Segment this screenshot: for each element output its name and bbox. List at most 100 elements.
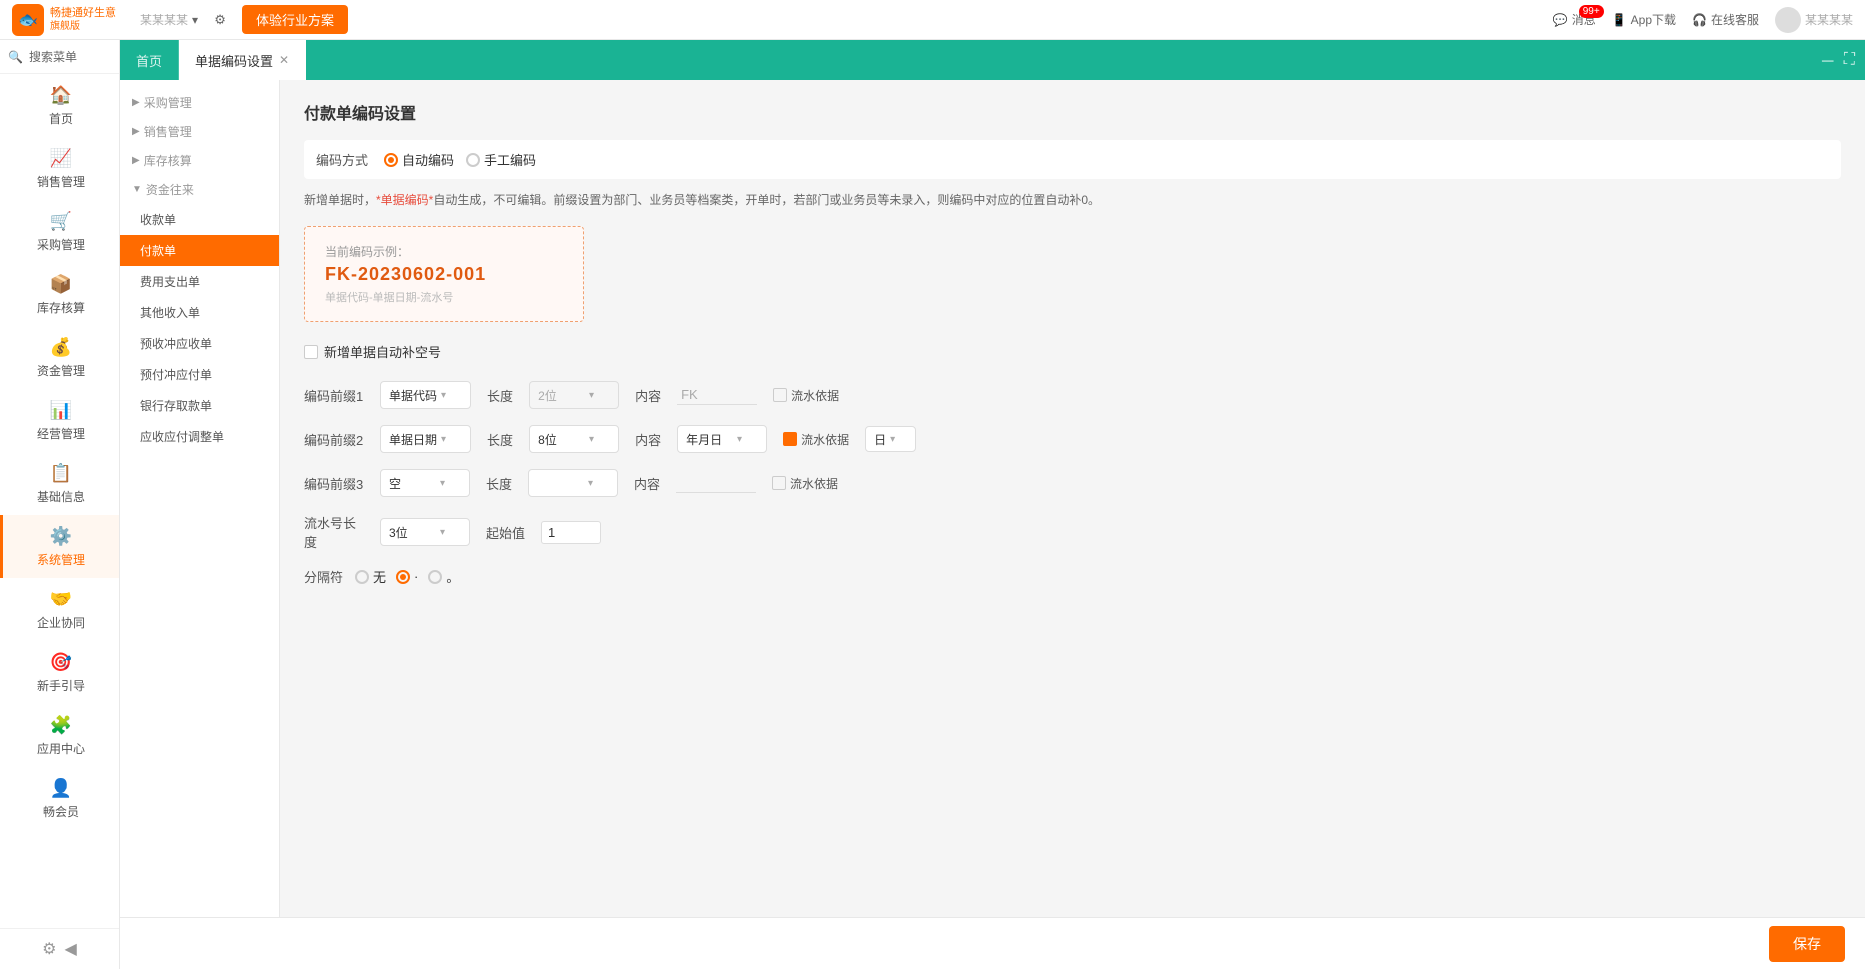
stream3-checkbox[interactable]: 流水依据 — [772, 475, 838, 492]
tab-maximize-icon[interactable]: ⛶ — [1844, 51, 1855, 69]
prefix3-select[interactable]: 空 ▾ — [380, 469, 470, 497]
logo-text: 畅捷通好生意 旗舰版 — [50, 6, 116, 33]
sidebar-item-inventory[interactable]: 📦 库存核算 — [0, 263, 119, 326]
page-title: 付款单编码设置 — [304, 100, 1841, 124]
logo-icon: 🐟 — [12, 4, 44, 36]
chevron-right-icon: ▶ — [132, 97, 140, 108]
tab-home[interactable]: 首页 — [120, 40, 179, 80]
sidebar-item-member[interactable]: 👤 畅会员 — [0, 767, 119, 830]
encoding-method-label: 编码方式 — [316, 150, 368, 169]
sep-dot-radio[interactable]: · — [396, 569, 418, 584]
nav-item-bank[interactable]: 银行存取款单 — [120, 390, 279, 421]
content1-label: 内容 — [635, 386, 661, 405]
chevron-down-icon: ▾ — [440, 527, 445, 538]
auto-fill-row: 新增单据自动补空号 — [304, 342, 1841, 361]
content3-label: 内容 — [634, 474, 660, 493]
content3-input[interactable] — [676, 473, 756, 493]
user-avatar[interactable]: 某某某某 — [1775, 7, 1853, 33]
header-center: 某某某某 ▾ ⚙ 体验行业方案 — [140, 5, 1545, 34]
tab-encoding[interactable]: 单据编码设置 ✕ — [179, 40, 306, 80]
config-row-1: 编码前缀1 单据代码 ▾ 长度 2位 ▾ 内容 流水依据 — [304, 381, 1841, 409]
preview-box: 当前编码示例： FK-20230602-001 单据代码-单据日期-流水号 — [304, 226, 584, 322]
sidebar-item-operations[interactable]: 📊 经营管理 — [0, 389, 119, 452]
preview-desc: 单据代码-单据日期-流水号 — [325, 289, 563, 305]
serial-length-select[interactable]: 3位 ▾ — [380, 518, 470, 546]
tab-minimize-icon[interactable]: － — [1820, 48, 1836, 72]
content2-select[interactable]: 年月日 ▾ — [677, 425, 767, 453]
nav-item-expense[interactable]: 费用支出单 — [120, 266, 279, 297]
stream2-period-select[interactable]: 日 ▾ — [865, 426, 916, 452]
chevron-down-icon: ▾ — [441, 390, 446, 401]
preview-code: FK-20230602-001 — [325, 264, 563, 285]
chevron-down-icon: ▾ — [737, 434, 742, 445]
manual-encoding-dot — [466, 153, 480, 167]
finance-icon: 💰 — [50, 336, 72, 358]
sep-circle-dot — [428, 570, 442, 584]
company-dropdown[interactable]: 某某某某 ▾ — [140, 11, 198, 28]
purchase-icon: 🛒 — [50, 210, 72, 232]
settings-icon[interactable]: ⚙ — [206, 6, 234, 34]
info-text: 新增单据时，*单据编码*自动生成，不可编辑。前缀设置为部门、业务员等档案类，开单… — [304, 191, 1841, 210]
chevron-down-icon: ▾ — [441, 434, 446, 445]
left-nav: ▶ 采购管理 ▶ 销售管理 ▶ 库存核算 ▼ 资金往来 收款单 — [120, 80, 280, 917]
sidebar-item-guide[interactable]: 🎯 新手引导 — [0, 641, 119, 704]
nav-item-adjustment[interactable]: 应收应付调整单 — [120, 421, 279, 452]
stream1-checkbox[interactable]: 流水依据 — [773, 387, 839, 404]
save-button[interactable]: 保存 — [1769, 926, 1845, 962]
nav-item-other-income[interactable]: 其他收入单 — [120, 297, 279, 328]
sales-icon: 📈 — [50, 147, 72, 169]
sidebar-item-sales[interactable]: 📈 销售管理 — [0, 137, 119, 200]
settings-footer-icon[interactable]: ⚙ — [42, 939, 56, 959]
nav-group-finance[interactable]: ▼ 资金往来 — [120, 175, 279, 204]
auto-fill-checkbox[interactable]: 新增单据自动补空号 — [304, 342, 441, 361]
tab-close-icon[interactable]: ✕ — [279, 53, 289, 67]
nav-group-sales[interactable]: ▶ 销售管理 — [120, 117, 279, 146]
start-value-input[interactable] — [541, 521, 601, 544]
nav-group-purchase[interactable]: ▶ 采购管理 — [120, 88, 279, 117]
nav-item-prepaid-offset[interactable]: 预收冲应收单 — [120, 328, 279, 359]
sidebar-item-cooperation[interactable]: 🤝 企业协同 — [0, 578, 119, 641]
content1-input[interactable] — [677, 385, 757, 405]
sidebar-item-system[interactable]: ⚙️ 系统管理 — [0, 515, 119, 578]
sidebar-item-home[interactable]: 🏠 首页 — [0, 74, 119, 137]
length2-select[interactable]: 8位 ▾ — [529, 425, 619, 453]
nav-item-payment[interactable]: 付款单 — [120, 235, 279, 266]
nav-item-prepayment-offset[interactable]: 预付冲应付单 — [120, 359, 279, 390]
home-icon: 🏠 — [50, 84, 72, 106]
auto-encoding-radio[interactable]: 自动编码 — [384, 150, 454, 169]
message-icon: 💬 — [1553, 13, 1568, 27]
sidebar-item-finance[interactable]: 💰 资金管理 — [0, 326, 119, 389]
collapse-icon[interactable]: ◀ — [65, 939, 77, 959]
sidebar-item-apps[interactable]: 🧩 应用中心 — [0, 704, 119, 767]
sidebar: 🔍 搜索菜单 🏠 首页 📈 销售管理 🛒 采购管理 📦 库存核算 💰 资金管理 … — [0, 40, 120, 969]
serial-row: 流水号长度 3位 ▾ 起始值 — [304, 513, 1841, 551]
sep-none-radio[interactable]: 无 — [355, 567, 386, 586]
app-download-button[interactable]: 📱 App下载 — [1612, 11, 1676, 28]
length3-label: 长度 — [486, 474, 512, 493]
stream2-checkbox[interactable]: 流水依据 — [783, 431, 849, 448]
apps-icon: 🧩 — [50, 714, 72, 736]
sep-circle-radio[interactable]: 。 — [428, 567, 459, 586]
main-layout: 🔍 搜索菜单 🏠 首页 📈 销售管理 🛒 采购管理 📦 库存核算 💰 资金管理 … — [0, 40, 1865, 969]
chevron-right-icon: ▶ — [132, 126, 140, 137]
start-value-label: 起始值 — [486, 523, 525, 542]
service-icon: 🎧 — [1692, 13, 1707, 27]
online-service-button[interactable]: 🎧 在线客服 — [1692, 11, 1759, 28]
trial-button[interactable]: 体验行业方案 — [242, 5, 348, 34]
encoding-radio-group: 自动编码 手工编码 — [384, 150, 536, 169]
nav-group-inventory[interactable]: ▶ 库存核算 — [120, 146, 279, 175]
prefix2-label: 编码前缀2 — [304, 430, 364, 449]
sidebar-item-basics[interactable]: 📋 基础信息 — [0, 452, 119, 515]
chevron-down-icon: ▾ — [589, 390, 594, 401]
nav-item-receipt[interactable]: 收款单 — [120, 204, 279, 235]
manual-encoding-radio[interactable]: 手工编码 — [466, 150, 536, 169]
search-menu-button[interactable]: 🔍 搜索菜单 — [0, 40, 119, 74]
prefix1-select[interactable]: 单据代码 ▾ — [380, 381, 471, 409]
prefix2-select[interactable]: 单据日期 ▾ — [380, 425, 471, 453]
content2-label: 内容 — [635, 430, 661, 449]
sidebar-item-purchase[interactable]: 🛒 采购管理 — [0, 200, 119, 263]
length2-label: 长度 — [487, 430, 513, 449]
messages-button[interactable]: 💬 消息 99+ — [1553, 11, 1596, 28]
length3-select[interactable]: ▾ — [528, 469, 618, 497]
avatar — [1775, 7, 1801, 33]
